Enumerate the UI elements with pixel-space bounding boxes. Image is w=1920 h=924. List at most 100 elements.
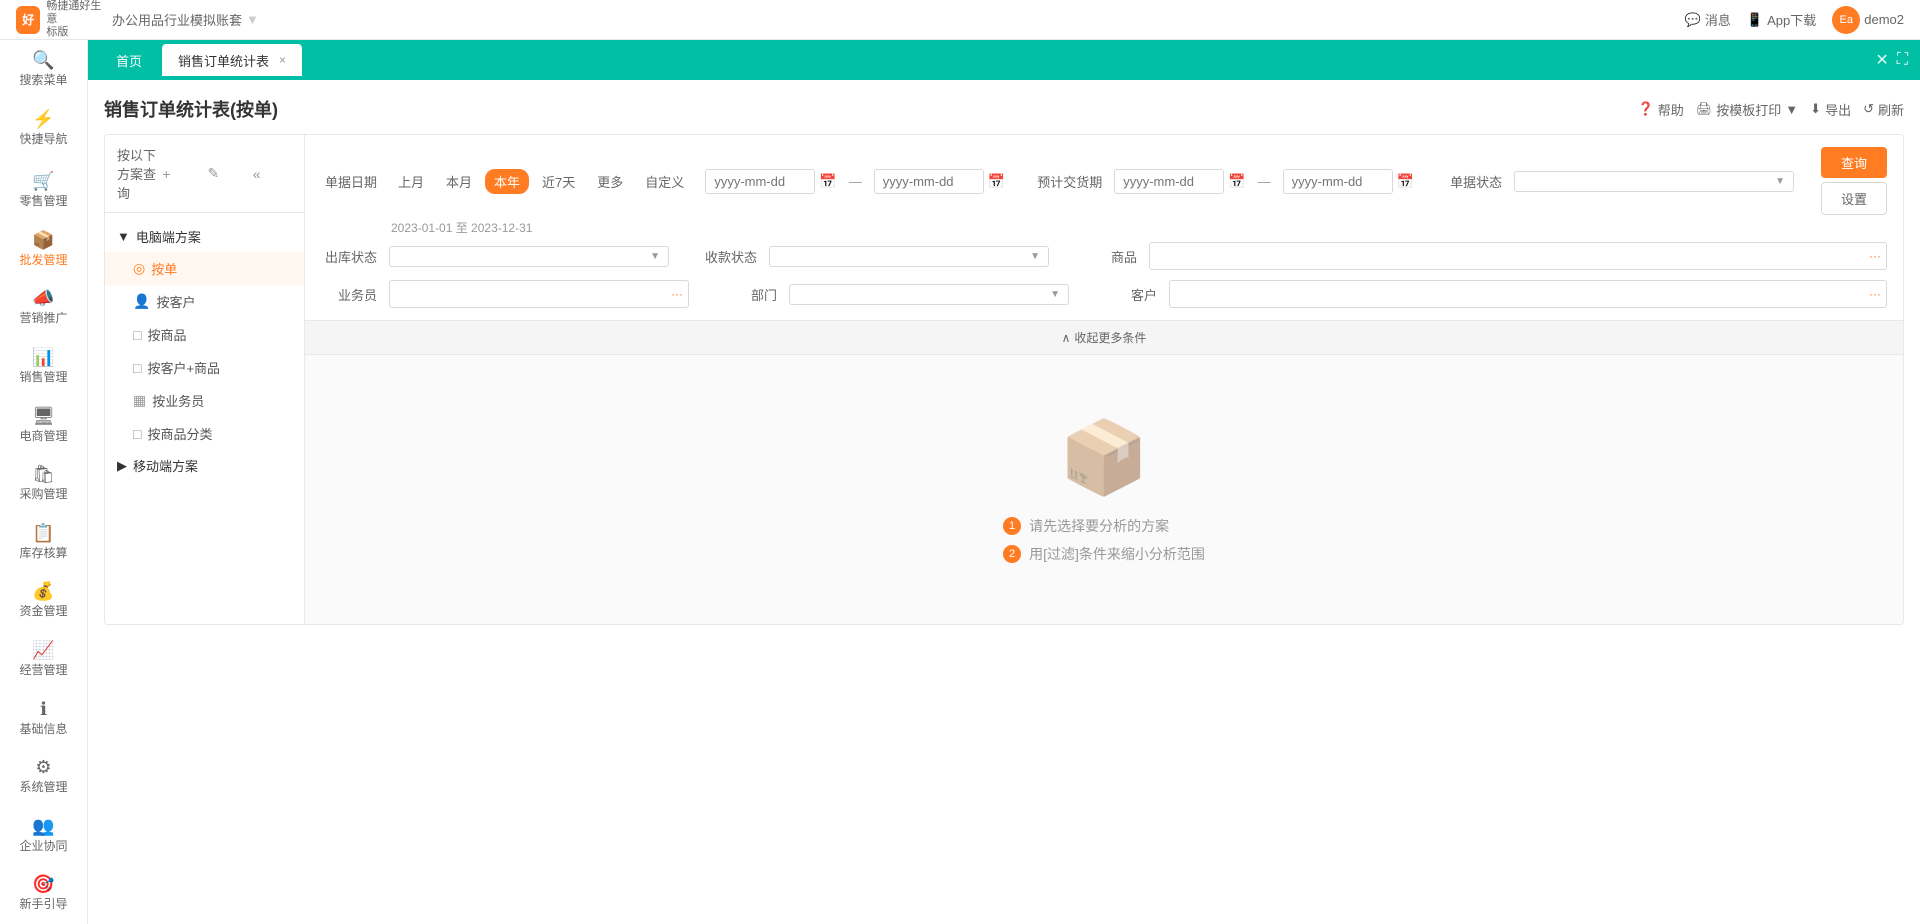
print-icon: 🖨: [1696, 101, 1713, 117]
app-download-btn[interactable]: 📱 App下载: [1747, 10, 1816, 29]
refresh-icon: ↺: [1863, 101, 1874, 117]
sidebar-item-sales[interactable]: 📊 销售管理: [0, 337, 87, 396]
tree-group-mobile[interactable]: ▶ 移动端方案: [105, 450, 304, 481]
collapse-panel-btn[interactable]: «: [253, 166, 292, 182]
ship-status-arrow: ▼: [650, 251, 660, 262]
search-btn[interactable]: 查询: [1821, 147, 1887, 178]
salesperson-select[interactable]: [389, 280, 689, 308]
empty-state: 📦 1 请先选择要分析的方案 2 用[过滤]条件来缩小分析范围: [305, 355, 1903, 624]
date-input-group-2: 📅: [874, 169, 1005, 194]
sidebar-item-search[interactable]: 🔍 搜索菜单: [0, 40, 87, 99]
payment-status-select[interactable]: ▼: [769, 246, 1049, 267]
collapse-bar[interactable]: ∧ 收起更多条件: [305, 321, 1903, 355]
date-cur-year-btn[interactable]: 本年: [485, 169, 529, 194]
edit-scheme-btn[interactable]: ✎: [208, 165, 247, 182]
date-label: 单据日期: [321, 172, 377, 191]
goods-more-btn[interactable]: ···: [1869, 249, 1881, 263]
export-btn[interactable]: ⬇ 导出: [1810, 100, 1851, 119]
expected-date-end[interactable]: [1283, 169, 1393, 194]
tab-home[interactable]: 首页: [100, 44, 158, 76]
date-start-input[interactable]: [705, 169, 815, 194]
sidebar-item-purchase[interactable]: 🛍 采购管理: [0, 454, 87, 513]
salesperson-more-btn[interactable]: ···: [671, 287, 683, 301]
empty-step-2: 2 用[过滤]条件来缩小分析范围: [1003, 544, 1205, 564]
sidebar-item-guide[interactable]: 🎯 新手引导: [0, 864, 87, 923]
top-bar: 好 畅捷通好生意 标版 办公用品行业模拟账套 ▼ 💬 消息 📱 App下载 Ea…: [0, 0, 1920, 40]
sidebar-item-system[interactable]: ⚙ 系统管理: [0, 747, 87, 806]
tree-group-desktop[interactable]: ▼ 电脑端方案: [105, 221, 304, 252]
split-layout: 按以下方案查询 + ✎ « ▼ 电脑端方案 ◎ 按单: [104, 134, 1904, 625]
sidebar-item-finance[interactable]: 💰 资金管理: [0, 571, 87, 630]
expected-date-start[interactable]: [1114, 169, 1224, 194]
date-custom-btn[interactable]: 自定义: [636, 169, 693, 194]
settings-btn[interactable]: 设置: [1821, 182, 1887, 215]
tab-close-btn[interactable]: ×: [279, 53, 286, 67]
payment-status-arrow: ▼: [1030, 251, 1040, 262]
bycustgoods-icon: □: [133, 360, 141, 376]
window-close-btn[interactable]: ✕: [1875, 50, 1888, 70]
tree-item-bycategory[interactable]: □ 按商品分类: [105, 417, 304, 450]
sidebar-item-ecommerce[interactable]: 🖥 电商管理: [0, 396, 87, 455]
dept-select[interactable]: ▼: [789, 284, 1069, 305]
sidebar-item-wholesale[interactable]: 📦 批发管理: [0, 220, 87, 279]
window-maximize-btn[interactable]: ⛶: [1897, 51, 1908, 69]
export-icon: ⬇: [1810, 101, 1821, 117]
empty-illustration: 📦: [1059, 415, 1149, 500]
doc-status-select[interactable]: ▼: [1514, 171, 1794, 192]
tree-item-byorder[interactable]: ◎ 按单: [105, 252, 304, 285]
breadcrumb[interactable]: 办公用品行业模拟账套 ▼: [112, 10, 259, 29]
avatar: Ea: [1832, 6, 1860, 34]
left-panel-header: 按以下方案查询 + ✎ «: [105, 135, 304, 213]
date-prev-month-btn[interactable]: 上月: [389, 169, 433, 194]
ship-status-select[interactable]: ▼: [389, 246, 669, 267]
tab-sales-order[interactable]: 销售订单统计表 ×: [162, 44, 302, 76]
date-quick-btns: 上月 本月 本年 近7天 更多 自定义: [389, 169, 693, 194]
user-area[interactable]: Ea demo2: [1832, 6, 1904, 34]
tree-item-bycustgoods[interactable]: □ 按客户+商品: [105, 351, 304, 384]
customer-more-btn[interactable]: ···: [1869, 287, 1881, 301]
sidebar-item-quicknav[interactable]: ⚡ 快捷导航: [0, 99, 87, 158]
guide-icon: 🎯: [32, 874, 54, 895]
date-more-btn[interactable]: 更多: [588, 169, 632, 194]
message-btn[interactable]: 💬 消息: [1685, 10, 1731, 29]
sidebar-item-retail[interactable]: 🛒 零售管理: [0, 161, 87, 220]
tree-group-mobile-arrow: ▶: [117, 458, 127, 474]
customer-select[interactable]: [1169, 280, 1887, 308]
tab-bar-right: ✕ ⛶: [1875, 50, 1908, 70]
sidebar-item-inventory[interactable]: 📋 库存核算: [0, 513, 87, 572]
sidebar-item-basicinfo[interactable]: ℹ 基础信息: [0, 689, 87, 748]
dept-arrow: ▼: [1050, 289, 1060, 300]
right-panel: 单据日期 上月 本月 本年 近7天 更多 自定义 �: [305, 135, 1903, 624]
filter-row-3: 业务员 ··· 部门 ▼ 客户: [321, 280, 1887, 308]
refresh-btn[interactable]: ↺ 刷新: [1863, 100, 1904, 119]
tree-group-arrow: ▼: [117, 229, 130, 244]
sales-icon: 📊: [32, 347, 54, 368]
breadcrumb-arrow[interactable]: ▼: [246, 12, 259, 27]
help-btn[interactable]: ❓ 帮助: [1638, 100, 1684, 119]
quicknav-icon: ⚡: [32, 109, 54, 130]
add-scheme-btn[interactable]: +: [162, 166, 201, 182]
date-cur-month-btn[interactable]: 本月: [437, 169, 481, 194]
bycustomer-icon: 👤: [133, 293, 150, 310]
date-start-icon: 📅: [819, 173, 836, 190]
content-area: 首页 销售订单统计表 × ✕ ⛶ 销售订单统计表(按单) ❓ 帮助: [88, 40, 1920, 924]
tree-item-bycustomer[interactable]: 👤 按客户: [105, 285, 304, 318]
date-end-input[interactable]: [874, 169, 984, 194]
date-7days-btn[interactable]: 近7天: [533, 169, 584, 194]
empty-step-1: 1 请先选择要分析的方案: [1003, 516, 1205, 536]
tree-item-bygoods[interactable]: □ 按商品: [105, 318, 304, 351]
print-dropdown-icon[interactable]: ▼: [1785, 102, 1798, 117]
bygoods-icon: □: [133, 327, 141, 343]
sidebar-item-collab[interactable]: 👥 企业协同: [0, 806, 87, 865]
message-icon: 💬: [1685, 12, 1701, 28]
customer-label: 客户: [1101, 285, 1157, 304]
help-icon: ❓: [1638, 101, 1654, 117]
exp-date-start-icon: 📅: [1228, 173, 1245, 190]
search-icon: 🔍: [32, 50, 54, 71]
tree-item-bysalesperson[interactable]: ▦ 按业务员: [105, 384, 304, 417]
payment-status-label: 收款状态: [701, 247, 757, 266]
goods-select[interactable]: [1149, 242, 1887, 270]
print-btn[interactable]: 🖨 按模板打印 ▼: [1696, 100, 1798, 119]
sidebar-item-operations[interactable]: 📈 经营管理: [0, 630, 87, 689]
sidebar-item-marketing[interactable]: 📣 营销推广: [0, 278, 87, 337]
